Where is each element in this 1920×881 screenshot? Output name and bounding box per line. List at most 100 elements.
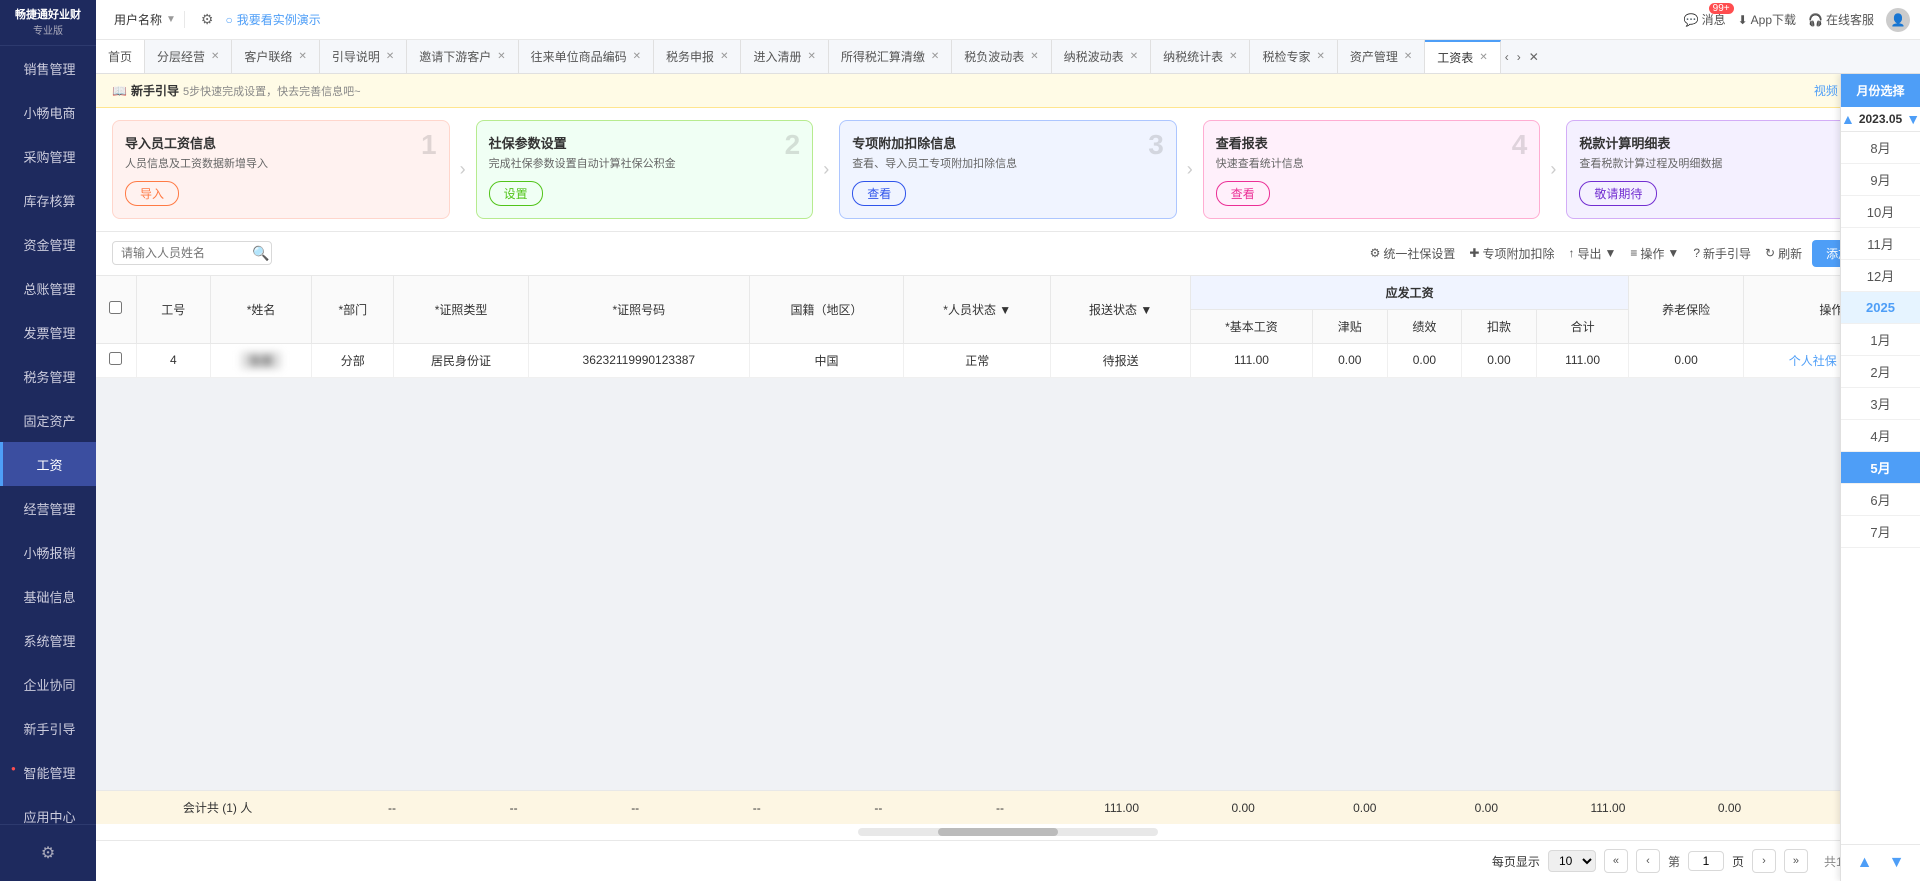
topbar-gear-icon[interactable]: ⚙	[195, 11, 220, 28]
topbar-demo-link[interactable]: ○ 我要看实例演示	[225, 11, 1677, 28]
topbar-message-btn[interactable]: 💬 消息 99+	[1684, 11, 1726, 28]
sidebar-item-base-info[interactable]: 基础信息	[0, 574, 96, 618]
scrollbar-thumb[interactable]	[938, 828, 1058, 836]
tab-nav-left[interactable]: ‹	[1501, 40, 1513, 74]
tab-tier-management[interactable]: 分层经营 ✕	[145, 40, 232, 74]
month-nav-prev[interactable]: ▲	[1853, 851, 1877, 875]
sidebar-item-ai[interactable]: 智能管理	[0, 750, 96, 794]
sidebar-item-apps[interactable]: 应用中心	[0, 794, 96, 824]
tab-tax-stats[interactable]: 纳税统计表 ✕	[1151, 40, 1250, 74]
month-item-7[interactable]: 7月	[1841, 516, 1920, 548]
topbar-app-download[interactable]: ⬇ App下载	[1738, 11, 1796, 28]
sidebar-item-finance[interactable]: 资金管理	[0, 222, 96, 266]
sidebar-item-operations[interactable]: 经营管理	[0, 486, 96, 530]
sidebar-item-payroll[interactable]: 工资	[0, 442, 96, 486]
last-page-btn[interactable]: »	[1784, 849, 1808, 873]
employee-search-input[interactable]	[112, 241, 272, 265]
sidebar-item-ecommerce[interactable]: 小畅电商	[0, 90, 96, 134]
month-panel-year-up[interactable]: ▲	[1841, 111, 1855, 127]
sidebar-item-expense[interactable]: 小畅报销	[0, 530, 96, 574]
sidebar-item-sales[interactable]: 销售管理	[0, 46, 96, 90]
tab-nav-right[interactable]: ›	[1513, 40, 1525, 74]
tab-close-icon[interactable]: ✕	[497, 51, 505, 62]
page-size-select[interactable]: 10 20 50	[1548, 850, 1596, 872]
month-item-5[interactable]: 5月	[1841, 452, 1920, 484]
month-nav-next[interactable]: ▼	[1885, 851, 1909, 875]
tab-close-icon[interactable]: ✕	[1030, 51, 1038, 62]
tab-close-icon[interactable]: ✕	[720, 51, 728, 62]
filter-icon[interactable]: ▼	[1140, 303, 1152, 317]
tab-close-icon[interactable]: ✕	[1404, 51, 1412, 62]
first-page-btn[interactable]: «	[1604, 849, 1628, 873]
sidebar-item-inventory[interactable]: 库存核算	[0, 178, 96, 222]
prev-page-btn[interactable]: ‹	[1636, 849, 1660, 873]
month-item-4[interactable]: 4月	[1841, 420, 1920, 452]
tab-tax-wave[interactable]: 纳税波动表 ✕	[1052, 40, 1151, 74]
tab-asset-mgmt[interactable]: 资产管理 ✕	[1338, 40, 1425, 74]
tab-clearance[interactable]: 进入清册 ✕	[741, 40, 828, 74]
tab-close-icon[interactable]: ✕	[211, 51, 219, 62]
month-item-10[interactable]: 10月	[1841, 196, 1920, 228]
tab-close-icon[interactable]: ✕	[633, 51, 641, 62]
sidebar-item-assets[interactable]: 固定资产	[0, 398, 96, 442]
month-item-12[interactable]: 12月	[1841, 260, 1920, 292]
tab-tax-expert[interactable]: 税检专家 ✕	[1250, 40, 1337, 74]
topbar-online-service[interactable]: 🎧 在线客服	[1808, 11, 1874, 28]
sidebar-item-collab[interactable]: 企业协同	[0, 662, 96, 706]
sidebar-item-tax[interactable]: 税务管理	[0, 354, 96, 398]
tab-close-icon[interactable]: ✕	[1130, 51, 1138, 62]
export-btn[interactable]: ↑ 导出 ▼	[1564, 245, 1620, 262]
tab-close-all[interactable]: ✕	[1525, 40, 1543, 74]
guide-step-4-btn[interactable]: 查看	[1216, 181, 1270, 206]
month-item-8[interactable]: 8月	[1841, 132, 1920, 164]
tab-close-icon[interactable]: ✕	[1229, 51, 1237, 62]
tab-tax-report[interactable]: 税务申报 ✕	[654, 40, 741, 74]
sidebar-item-invoice[interactable]: 发票管理	[0, 310, 96, 354]
guide-step-1-btn[interactable]: 导入	[125, 181, 179, 206]
horizontal-scrollbar[interactable]	[96, 824, 1920, 840]
month-item-6[interactable]: 6月	[1841, 484, 1920, 516]
search-icon[interactable]: 🔍	[252, 245, 269, 262]
guide-step-5-btn[interactable]: 敬请期待	[1579, 181, 1657, 206]
tab-close-icon[interactable]: ✕	[807, 51, 815, 62]
tab-invite[interactable]: 邀请下游客户 ✕	[407, 40, 518, 74]
month-item-9[interactable]: 9月	[1841, 164, 1920, 196]
tab-close-icon[interactable]: ✕	[931, 51, 939, 62]
sidebar-item-guide[interactable]: 新手引导	[0, 706, 96, 750]
social-insurance-settings-btn[interactable]: ⚙ 统一社保设置	[1366, 245, 1460, 262]
guide-step-3-btn[interactable]: 查看	[852, 181, 906, 206]
next-page-btn[interactable]: ›	[1752, 849, 1776, 873]
new-guide-btn[interactable]: ? 新手引导	[1689, 245, 1755, 262]
tab-home[interactable]: 首页	[96, 40, 145, 74]
user-avatar[interactable]: 👤	[1886, 8, 1910, 32]
sidebar-item-ledger[interactable]: 总账管理	[0, 266, 96, 310]
filter-icon[interactable]: ▼	[999, 303, 1011, 317]
month-item-3[interactable]: 3月	[1841, 388, 1920, 420]
tab-payroll[interactable]: 工资表 ✕	[1425, 40, 1500, 74]
tab-tax-fluctuation[interactable]: 税负波动表 ✕	[952, 40, 1051, 74]
special-deduction-btn[interactable]: ✚ 专项附加扣除	[1465, 245, 1558, 262]
operations-btn[interactable]: ≡ 操作 ▼	[1626, 245, 1683, 262]
sidebar-item-system[interactable]: 系统管理	[0, 618, 96, 662]
tab-customer-contact[interactable]: 客户联络 ✕	[232, 40, 319, 74]
page-number-input[interactable]	[1688, 851, 1724, 871]
month-item-11[interactable]: 11月	[1841, 228, 1920, 260]
tab-income-tax[interactable]: 所得税汇算清缴 ✕	[829, 40, 952, 74]
tab-close-icon[interactable]: ✕	[386, 51, 394, 62]
tab-close-icon[interactable]: ✕	[1317, 51, 1325, 62]
tab-close-icon[interactable]: ✕	[298, 51, 306, 62]
tab-guide-desc[interactable]: 引导说明 ✕	[320, 40, 407, 74]
guide-video-link[interactable]: 视频	[1814, 82, 1838, 99]
settings-icon[interactable]: ⚙	[0, 835, 96, 871]
month-item-2[interactable]: 2月	[1841, 356, 1920, 388]
month-panel-title[interactable]: 月份选择	[1841, 74, 1920, 107]
row-checkbox[interactable]	[109, 352, 122, 365]
guide-step-2-btn[interactable]: 设置	[489, 181, 543, 206]
sidebar-item-purchase[interactable]: 采购管理	[0, 134, 96, 178]
refresh-btn[interactable]: ↻ 刷新	[1761, 245, 1806, 262]
personal-insurance-btn[interactable]: 个人社保	[1789, 352, 1837, 369]
month-panel-year-down[interactable]: ▼	[1906, 111, 1920, 127]
tab-close-icon[interactable]: ✕	[1479, 52, 1487, 63]
select-all-checkbox[interactable]	[109, 301, 122, 314]
topbar-user[interactable]: 用户名称 ▼	[106, 11, 185, 28]
